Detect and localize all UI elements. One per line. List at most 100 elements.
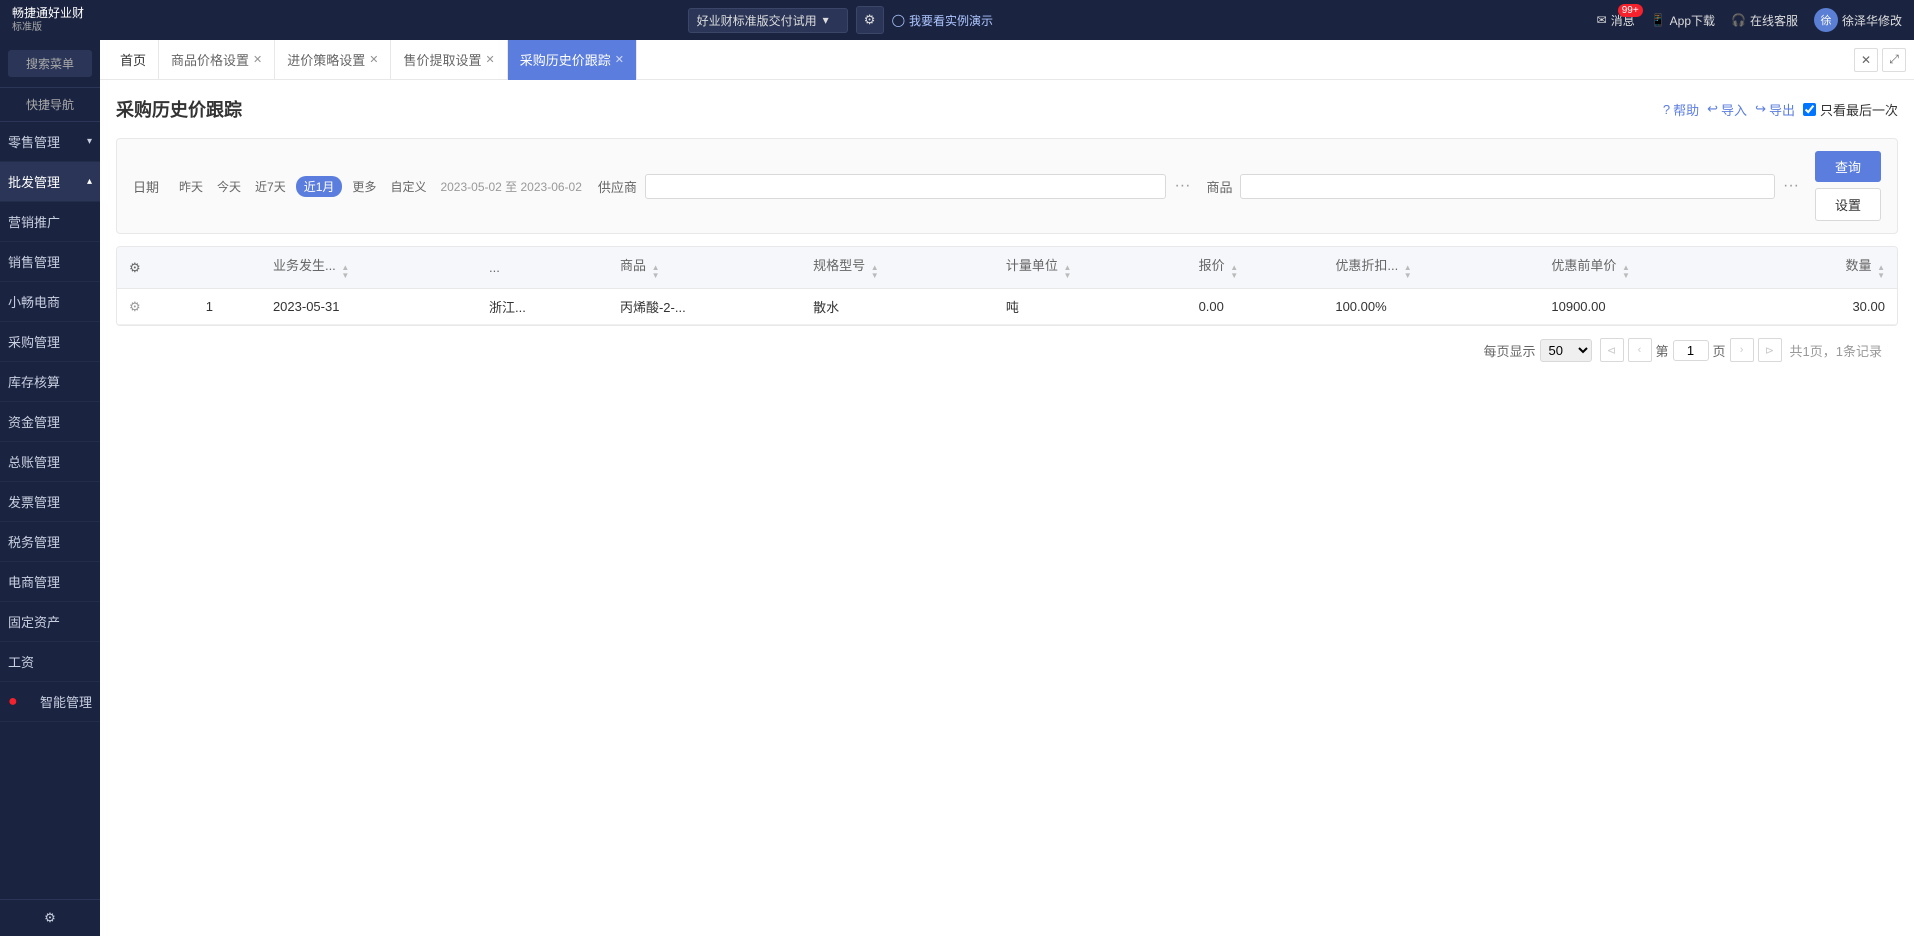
tab-sale-price-close[interactable]: ✕ — [486, 53, 495, 66]
messages-btn[interactable]: ✉ 消息 99+ — [1597, 12, 1635, 29]
sidebar-item-tax[interactable]: 税务管理 — [0, 522, 100, 562]
row-quote: 0.00 — [1187, 289, 1324, 325]
only-last-checkbox[interactable] — [1803, 103, 1816, 116]
date-last7days-btn[interactable]: 近7天 — [251, 176, 290, 197]
col-settings[interactable]: ⚙ — [117, 247, 194, 289]
demo-label: 我要看实例演示 — [909, 12, 993, 29]
tab-purchase-strategy[interactable]: 进价策略设置 ✕ — [275, 40, 391, 80]
sidebar-item-finance[interactable]: 资金管理 — [0, 402, 100, 442]
col-biz-date[interactable]: 业务发生... ▲▼ — [261, 247, 477, 289]
col-quote[interactable]: 报价 ▲▼ — [1187, 247, 1324, 289]
tab-history-price-close[interactable]: ✕ — [615, 53, 624, 66]
phone-icon: 📱 — [1651, 13, 1666, 27]
app-download-btn[interactable]: 📱 App下载 — [1651, 12, 1715, 29]
sidebar-item-retail[interactable]: 零售管理 ▾ — [0, 122, 100, 162]
col-product[interactable]: 商品 ▲▼ — [608, 247, 801, 289]
sidebar-item-intelligent[interactable]: ● 智能管理 — [0, 682, 100, 722]
table-header: ⚙ 业务发生... ▲▼ ... 商品 ▲▼ 规格型号 ▲▼ — [117, 247, 1897, 289]
online-service-btn[interactable]: 🎧 在线客服 — [1731, 12, 1798, 29]
col-discount[interactable]: 优惠折扣... ▲▼ — [1323, 247, 1539, 289]
page-total-info: 共1页，1条记录 — [1790, 341, 1882, 360]
tab-maximize-button[interactable]: ⤢ — [1882, 48, 1906, 72]
sidebar-settings-button[interactable]: ⚙ — [0, 899, 100, 936]
help-link[interactable]: ? 帮助 — [1663, 100, 1699, 119]
tab-history-price[interactable]: 采购历史价跟踪 ✕ — [508, 40, 637, 80]
marketing-label: 营销推广 — [8, 212, 60, 231]
page-suffix: 页 — [1713, 341, 1726, 360]
sidebar-item-inventory[interactable]: 库存核算 — [0, 362, 100, 402]
date-today-btn[interactable]: 今天 — [213, 176, 245, 197]
per-page-select[interactable]: 50 100 200 — [1540, 339, 1592, 362]
search-menu-button[interactable]: 搜索菜单 — [8, 50, 92, 77]
tab-bar-actions: ✕ ⤢ — [1854, 48, 1906, 72]
demo-link[interactable]: ◯ 我要看实例演示 — [892, 12, 993, 29]
first-page-button[interactable]: ⊲ — [1600, 338, 1624, 362]
page-title: 采购历史价跟踪 — [116, 96, 242, 122]
date-yesterday-btn[interactable]: 昨天 — [175, 176, 207, 197]
prev-page-button[interactable]: ‹ — [1628, 338, 1652, 362]
per-page-label: 每页显示 — [1483, 341, 1535, 360]
row-spec: 散水 — [801, 289, 994, 325]
sort-icon: ▲▼ — [1404, 264, 1412, 280]
row-product: 丙烯酸-2-... — [608, 289, 801, 325]
import-link[interactable]: ↩ 导入 — [1707, 100, 1747, 119]
col-quantity[interactable]: 数量 ▲▼ — [1760, 247, 1897, 289]
tab-close-button[interactable]: ✕ — [1854, 48, 1878, 72]
supplier-input[interactable] — [645, 174, 1167, 199]
sidebar-item-invoice[interactable]: 发票管理 — [0, 482, 100, 522]
tab-price-close[interactable]: ✕ — [253, 53, 262, 66]
sort-icon: ▲▼ — [1877, 264, 1885, 280]
page-size-selector: 每页显示 50 100 200 — [1483, 339, 1591, 362]
supplier-dots[interactable]: ··· — [1174, 177, 1190, 195]
product-dots[interactable]: ··· — [1783, 177, 1799, 195]
import-label: 导入 — [1721, 100, 1747, 119]
only-last-checkbox-label[interactable]: 只看最后一次 — [1803, 100, 1898, 119]
sidebar-item-fixed-assets[interactable]: 固定资产 — [0, 602, 100, 642]
filter-settings-button[interactable]: 设置 — [1815, 188, 1881, 221]
sidebar-item-quicknav[interactable]: 快捷导航 — [0, 88, 100, 122]
sidebar-item-ecommerce-small[interactable]: 小畅电商 — [0, 282, 100, 322]
col-spec[interactable]: 规格型号 ▲▼ — [801, 247, 994, 289]
tab-price[interactable]: 商品价格设置 ✕ — [159, 40, 275, 80]
sidebar-item-general-ledger[interactable]: 总账管理 — [0, 442, 100, 482]
sidebar-item-purchase[interactable]: 采购管理 — [0, 322, 100, 362]
page-number-input[interactable] — [1673, 340, 1709, 361]
sort-icon: ▲▼ — [1230, 264, 1238, 280]
date-more-btn[interactable]: 更多 — [348, 176, 380, 197]
version-select[interactable]: 好业财标准版交付试用 ▾ — [688, 8, 848, 33]
sidebar-item-ecommerce[interactable]: 电商管理 — [0, 562, 100, 602]
user-menu-btn[interactable]: 徐 徐泽华修改 — [1814, 8, 1902, 32]
sidebar-item-marketing[interactable]: 营销推广 — [0, 202, 100, 242]
ecommerce-small-label: 小畅电商 — [8, 292, 60, 311]
product-input[interactable] — [1240, 174, 1775, 199]
col-unit[interactable]: 计量单位 ▲▼ — [994, 247, 1187, 289]
export-link[interactable]: ↪ 导出 — [1755, 100, 1795, 119]
product-filter-group: 商品 ··· — [1206, 174, 1799, 199]
app-logo: 畅捷通好业财 标准版 — [12, 6, 84, 35]
main-layout: 搜索菜单 快捷导航 零售管理 ▾ 批发管理 ▴ 营销推广 销售管理 小畅电商 采… — [0, 40, 1914, 936]
next-page-button[interactable]: › — [1730, 338, 1754, 362]
tab-purchase-strategy-close[interactable]: ✕ — [369, 53, 378, 66]
sidebar-item-sales[interactable]: 销售管理 — [0, 242, 100, 282]
last-page-button[interactable]: ⊳ — [1758, 338, 1782, 362]
data-table: ⚙ 业务发生... ▲▼ ... 商品 ▲▼ 规格型号 ▲▼ — [117, 247, 1897, 325]
data-table-container: ⚙ 业务发生... ▲▼ ... 商品 ▲▼ 规格型号 ▲▼ — [116, 246, 1898, 326]
col-price-before-discount[interactable]: 优惠前单价 ▲▼ — [1539, 247, 1760, 289]
gear-button[interactable]: ⚙ — [856, 6, 884, 34]
sidebar-item-salary[interactable]: 工资 — [0, 642, 100, 682]
top-bar-left: 畅捷通好业财 标准版 — [12, 6, 84, 35]
date-last1month-btn[interactable]: 近1月 — [296, 176, 343, 197]
row-settings[interactable]: ⚙ — [117, 289, 194, 325]
date-custom-btn[interactable]: 自定义 — [386, 176, 430, 197]
tab-home[interactable]: 首页 — [108, 40, 159, 80]
intelligent-label: 智能管理 — [40, 692, 92, 711]
tab-home-label: 首页 — [120, 50, 146, 69]
filter-row: 日期 昨天 今天 近7天 近1月 更多 自定义 2023-05-02 至 202… — [133, 151, 1881, 221]
sidebar-item-wholesale[interactable]: 批发管理 ▴ — [0, 162, 100, 202]
query-button[interactable]: 查询 — [1815, 151, 1881, 182]
page-navigation: ⊲ ‹ 第 页 › ⊳ — [1600, 338, 1782, 362]
pagination: 每页显示 50 100 200 ⊲ ‹ 第 页 › ⊳ 共1页，1条记录 — [116, 326, 1898, 374]
tab-sale-price[interactable]: 售价提取设置 ✕ — [391, 40, 507, 80]
col-more[interactable]: ... — [477, 247, 608, 289]
app-download-label: App下载 — [1670, 12, 1715, 29]
